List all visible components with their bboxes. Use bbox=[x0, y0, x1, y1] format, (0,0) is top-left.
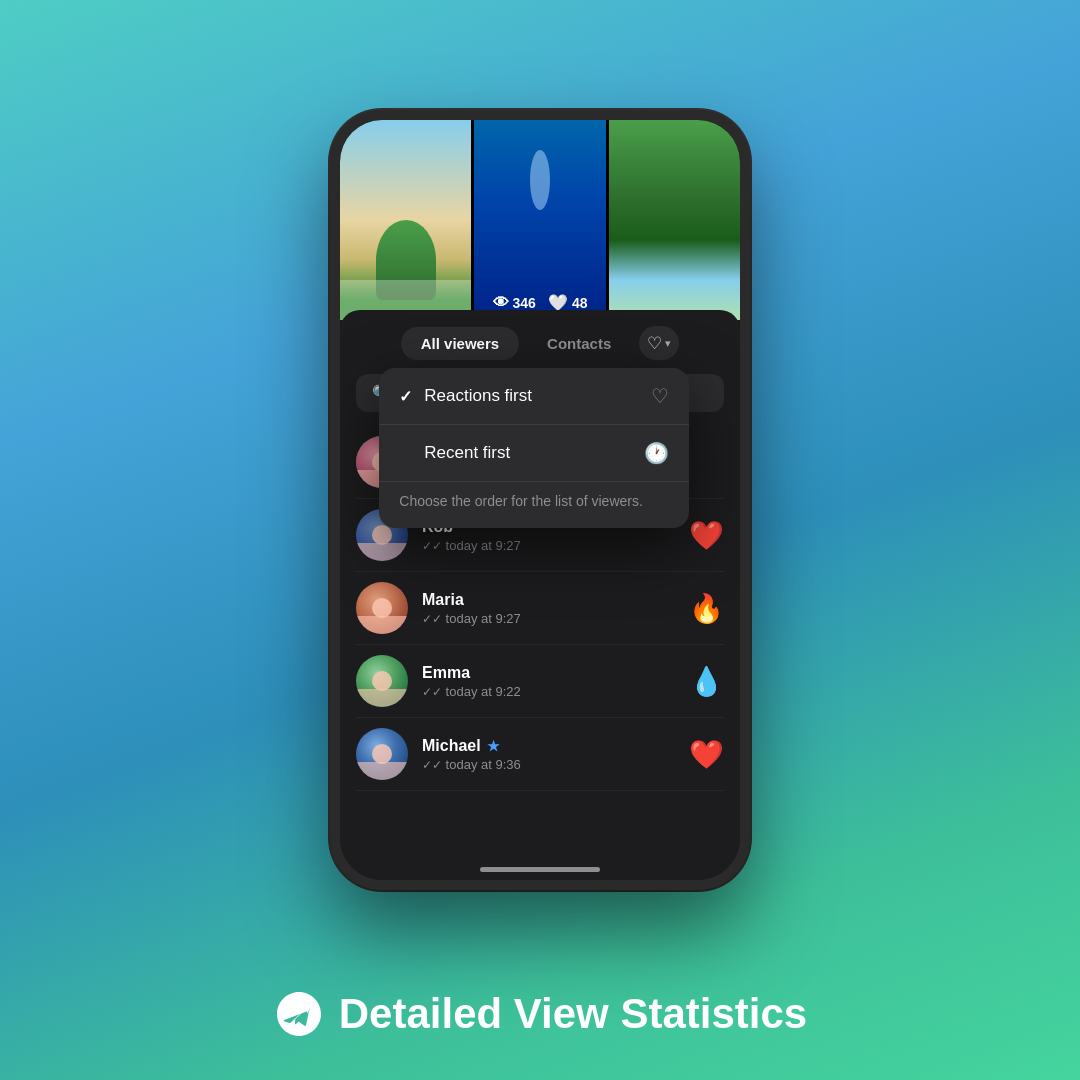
eye-icon: 👁 bbox=[493, 294, 509, 312]
home-indicator bbox=[480, 867, 600, 872]
reaction-rob: ❤️ bbox=[689, 519, 724, 552]
reaction-maria: 🔥 bbox=[689, 592, 724, 625]
checkmark-icon: ✓ bbox=[399, 387, 412, 406]
footer-title-text: Detailed View Statistics bbox=[339, 990, 807, 1038]
phone-wrapper: 👁 346 🤍 48 All viewers Contacts ♡ bbox=[330, 110, 750, 890]
viewers-panel: All viewers Contacts ♡ ▾ ✓ Reactions fir… bbox=[340, 310, 740, 880]
footer-title: Detailed View Statistics bbox=[273, 988, 807, 1040]
bottom-section: Detailed View Statistics bbox=[0, 988, 1080, 1040]
viewer-name-michael: Michael ★ bbox=[422, 737, 675, 755]
heart-option-icon: ♡ bbox=[651, 384, 669, 408]
double-check-rob: ✓✓ bbox=[422, 539, 442, 553]
recent-first-label: Recent first bbox=[424, 443, 632, 463]
reaction-emma: 💧 bbox=[689, 665, 724, 698]
heart-icon: ♡ bbox=[647, 333, 662, 354]
views-stat: 👁 346 bbox=[493, 294, 536, 312]
viewer-name-maria: Maria bbox=[422, 591, 675, 609]
star-icon-michael: ★ bbox=[487, 738, 500, 754]
views-count: 346 bbox=[513, 295, 536, 311]
viewer-name-emma: Emma bbox=[422, 664, 675, 682]
likes-count: 48 bbox=[572, 295, 588, 311]
tabs-row: All viewers Contacts ♡ ▾ ✓ Reactions fir… bbox=[356, 326, 724, 360]
viewer-time-emma: ✓✓ today at 9:22 bbox=[422, 684, 675, 699]
telegram-icon bbox=[273, 988, 325, 1040]
viewer-time-maria: ✓✓ today at 9:27 bbox=[422, 611, 675, 626]
viewer-time-michael: ✓✓ today at 9:36 bbox=[422, 757, 675, 772]
double-check-maria: ✓✓ bbox=[422, 612, 442, 626]
double-check-emma: ✓✓ bbox=[422, 685, 442, 699]
image-strip: 👁 346 🤍 48 bbox=[340, 120, 740, 320]
viewer-item-michael[interactable]: Michael ★ ✓✓ today at 9:36 ❤️ bbox=[356, 718, 724, 791]
reactions-first-option[interactable]: ✓ Reactions first ♡ bbox=[379, 368, 689, 425]
viewer-info-michael: Michael ★ ✓✓ today at 9:36 bbox=[422, 737, 675, 772]
tab-contacts[interactable]: Contacts bbox=[527, 327, 631, 360]
viewer-info-emma: Emma ✓✓ today at 9:22 bbox=[422, 664, 675, 699]
image-island bbox=[609, 120, 740, 320]
avatar-maria bbox=[356, 582, 408, 634]
dropdown-description: Choose the order for the list of viewers… bbox=[379, 481, 689, 528]
clock-icon: 🕐 bbox=[644, 441, 669, 465]
phone: 👁 346 🤍 48 All viewers Contacts ♡ bbox=[330, 110, 750, 890]
image-beach bbox=[340, 120, 471, 320]
recent-first-option[interactable]: ✓ Recent first 🕐 bbox=[379, 425, 689, 481]
sort-dropdown: ✓ Reactions first ♡ ✓ Recent first 🕐 Cho… bbox=[379, 368, 689, 528]
chevron-down-icon: ▾ bbox=[665, 337, 671, 350]
viewer-item-emma[interactable]: Emma ✓✓ today at 9:22 💧 bbox=[356, 645, 724, 718]
sort-button[interactable]: ♡ ▾ ✓ Reactions first ♡ ✓ Recent first 🕐 bbox=[639, 326, 679, 360]
tab-all-viewers[interactable]: All viewers bbox=[401, 327, 519, 360]
reaction-michael: ❤️ bbox=[689, 738, 724, 771]
double-check-michael: ✓✓ bbox=[422, 758, 442, 772]
avatar-michael bbox=[356, 728, 408, 780]
reactions-first-label: Reactions first bbox=[424, 386, 639, 406]
viewer-item-maria[interactable]: Maria ✓✓ today at 9:27 🔥 bbox=[356, 572, 724, 645]
image-ocean: 👁 346 🤍 48 bbox=[474, 120, 605, 320]
avatar-emma bbox=[356, 655, 408, 707]
viewer-info-maria: Maria ✓✓ today at 9:27 bbox=[422, 591, 675, 626]
viewer-time-rob: ✓✓ today at 9:27 bbox=[422, 538, 675, 553]
